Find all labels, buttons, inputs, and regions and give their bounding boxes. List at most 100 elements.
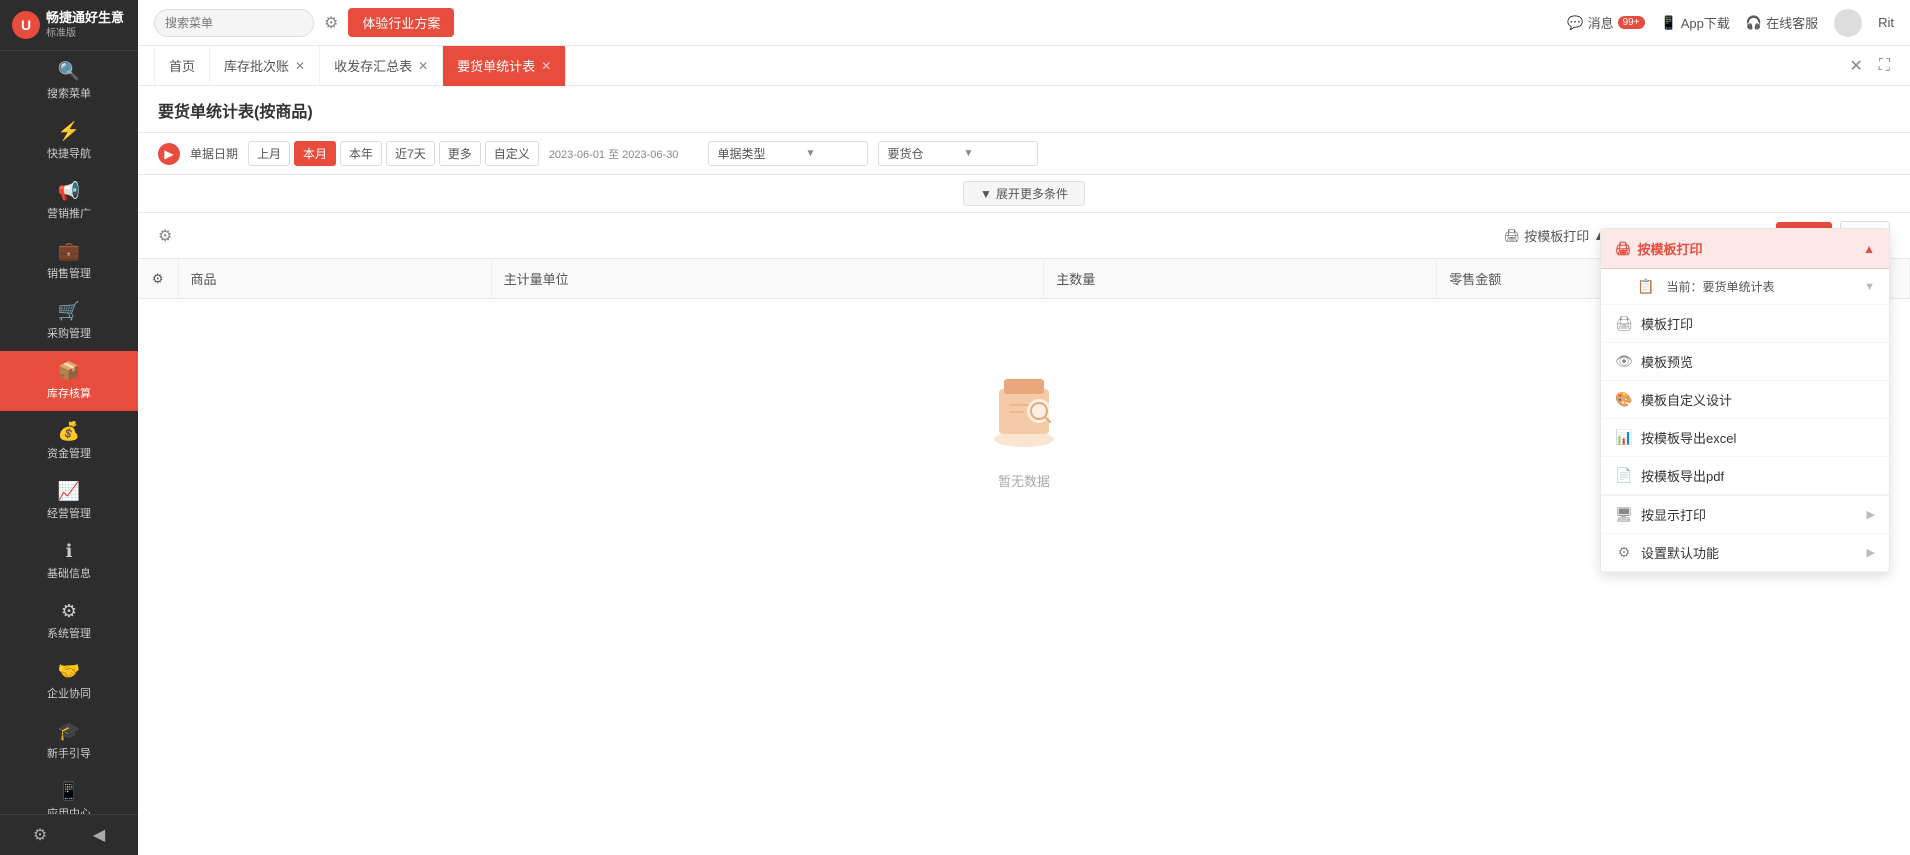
sidebar-item-operations[interactable]: 📈 经营管理 bbox=[0, 471, 138, 531]
sidebar-item-inventory[interactable]: 📦 库存核算 bbox=[0, 351, 138, 411]
sidebar-item-appcenter[interactable]: 📱 应用中心 bbox=[0, 771, 138, 814]
tab-order-stats-close[interactable]: ✕ bbox=[541, 60, 551, 72]
sidebar-item-system[interactable]: ⚙ 系统管理 bbox=[0, 591, 138, 651]
date-btn-this-year[interactable]: 本年 bbox=[340, 141, 382, 166]
template-design-label: 模板自定义设计 bbox=[1641, 390, 1875, 409]
dropdown-item-display-print[interactable]: 🖥 按显示打印 ▶ bbox=[1601, 496, 1889, 534]
display-print-arrow-icon: ▶ bbox=[1867, 508, 1875, 521]
dropdown-item-template-preview[interactable]: 👁 模板预览 bbox=[1601, 343, 1889, 381]
page-content: 要货单统计表(按商品) ▶ 单据日期 上月 本月 本年 近7天 更多 自定义 2… bbox=[138, 86, 1910, 855]
expand-more-row: ▼ 展开更多条件 bbox=[138, 175, 1910, 213]
tab-inventory-batch-close[interactable]: ✕ bbox=[295, 60, 305, 72]
dropdown-current-template[interactable]: 📋 当前：要货单统计表 ▼ bbox=[1601, 269, 1889, 305]
date-filter-label: 单据日期 bbox=[190, 145, 238, 162]
basicinfo-icon: ℹ bbox=[66, 541, 73, 562]
expand-more-btn[interactable]: ▼ 展开更多条件 bbox=[963, 181, 1085, 206]
sidebar: U 畅捷通好生意 标准版 🔍 搜索菜单 ⚡ 快捷导航 📢 营销推广 💼 销售管理… bbox=[0, 0, 138, 855]
template-preview-icon: 👁 bbox=[1615, 353, 1633, 370]
sidebar-collapse-btn[interactable]: ◀ bbox=[93, 825, 105, 845]
printer-icon: 🖨 bbox=[1504, 228, 1521, 244]
template-design-icon: 🎨 bbox=[1615, 391, 1633, 408]
page-header: 要货单统计表(按商品) bbox=[138, 86, 1910, 133]
sidebar-item-basicinfo[interactable]: ℹ 基础信息 bbox=[0, 531, 138, 591]
topbar-search-input[interactable] bbox=[154, 9, 314, 37]
tab-home[interactable]: 首页 bbox=[154, 46, 210, 86]
tab-receipt-summary[interactable]: 收发存汇总表 ✕ bbox=[320, 46, 443, 86]
tab-inventory-batch[interactable]: 库存批次账 ✕ bbox=[210, 46, 320, 86]
app-download-btn[interactable]: 📱 App下载 bbox=[1661, 13, 1730, 32]
date-btn-last-month[interactable]: 上月 bbox=[248, 141, 290, 166]
tab-inventory-batch-label: 库存批次账 bbox=[224, 56, 289, 75]
tabbar-close-all-btn[interactable]: ✕ bbox=[1845, 52, 1866, 80]
export-pdf-icon: 📄 bbox=[1615, 467, 1633, 484]
date-btn-more[interactable]: 更多 bbox=[439, 141, 481, 166]
filter-expand-btn[interactable]: ▶ bbox=[158, 143, 180, 165]
export-pdf-label: 按模板导出pdf bbox=[1641, 466, 1875, 485]
required-goods-label: 要货仓 bbox=[887, 145, 923, 162]
sidebar-item-enterprise[interactable]: 🤝 企业协同 bbox=[0, 651, 138, 711]
dropdown-section: 🖥 按显示打印 ▶ ⚙ 设置默认功能 ▶ bbox=[1601, 495, 1889, 572]
message-icon: 💬 bbox=[1567, 15, 1583, 31]
sidebar-item-marketing[interactable]: 📢 营销推广 bbox=[0, 171, 138, 231]
inventory-icon: 📦 bbox=[58, 361, 80, 382]
app-logo-text: 畅捷通好生意 标准版 bbox=[46, 10, 124, 40]
table-settings-icon[interactable]: ⚙ bbox=[158, 226, 172, 246]
dropdown-item-template-design[interactable]: 🎨 模板自定义设计 bbox=[1601, 381, 1889, 419]
sidebar-settings-btn[interactable]: ⚙ bbox=[33, 825, 47, 845]
date-btn-custom[interactable]: 自定义 bbox=[485, 141, 539, 166]
set-default-icon: ⚙ bbox=[1615, 544, 1633, 561]
online-service-btn[interactable]: 🎧 在线客服 bbox=[1746, 13, 1818, 32]
sidebar-item-search[interactable]: 🔍 搜索菜单 bbox=[0, 51, 138, 111]
print-dropdown-btn[interactable]: 🖨 按模板打印 ▲ bbox=[1496, 222, 1614, 249]
newguide-icon: 🎓 bbox=[58, 721, 80, 742]
set-default-arrow-icon: ▶ bbox=[1867, 546, 1875, 559]
dropdown-header-left: 🖨 按模板打印 bbox=[1615, 239, 1703, 258]
date-btn-7days[interactable]: 近7天 bbox=[386, 141, 435, 166]
template-print-icon: 🖨 bbox=[1615, 315, 1633, 332]
sales-icon: 💼 bbox=[58, 241, 80, 262]
col-settings[interactable]: ⚙ bbox=[138, 259, 178, 299]
user-avatar[interactable] bbox=[1834, 9, 1862, 37]
system-icon: ⚙ bbox=[61, 601, 77, 622]
order-type-arrow-icon: ▼ bbox=[805, 148, 815, 159]
expand-more-label: 展开更多条件 bbox=[996, 185, 1068, 202]
tab-order-stats-label: 要货单统计表 bbox=[457, 56, 535, 75]
operations-icon: 📈 bbox=[58, 481, 80, 502]
quicknav-icon: ⚡ bbox=[58, 121, 80, 142]
toolbar-left: ⚙ bbox=[158, 226, 172, 246]
display-print-icon: 🖥 bbox=[1615, 506, 1633, 523]
purchase-icon: 🛒 bbox=[58, 301, 80, 322]
sidebar-logo: U 畅捷通好生意 标准版 bbox=[0, 0, 138, 51]
set-default-label: 设置默认功能 bbox=[1641, 543, 1859, 562]
messages-badge: 99+ bbox=[1618, 16, 1645, 29]
sidebar-item-newguide[interactable]: 🎓 新手引导 bbox=[0, 711, 138, 771]
sidebar-item-sales[interactable]: 💼 销售管理 bbox=[0, 231, 138, 291]
app-logo-icon: U bbox=[12, 11, 40, 39]
dropdown-item-export-pdf[interactable]: 📄 按模板导出pdf bbox=[1601, 457, 1889, 495]
marketing-icon: 📢 bbox=[58, 181, 80, 202]
dropdown-item-set-default[interactable]: ⚙ 设置默认功能 ▶ bbox=[1601, 534, 1889, 572]
tab-order-stats[interactable]: 要货单统计表 ✕ bbox=[443, 46, 566, 86]
dropdown-item-template-print[interactable]: 🖨 模板打印 bbox=[1601, 305, 1889, 343]
dropdown-item-export-excel[interactable]: 📊 按模板导出excel bbox=[1601, 419, 1889, 457]
finance-icon: 💰 bbox=[58, 421, 80, 442]
order-type-select[interactable]: 单据类型 ▼ bbox=[708, 141, 868, 166]
messages-btn[interactable]: 💬 消息 99+ bbox=[1567, 13, 1644, 32]
topbar-gear-icon[interactable]: ⚙ bbox=[324, 13, 338, 33]
sidebar-item-purchase[interactable]: 🛒 采购管理 bbox=[0, 291, 138, 351]
enterprise-icon: 🤝 bbox=[58, 661, 80, 682]
dropdown-close-icon[interactable]: ▲ bbox=[1863, 242, 1875, 256]
sidebar-item-finance[interactable]: 💰 资金管理 bbox=[0, 411, 138, 471]
dropdown-header: 🖨 按模板打印 ▲ bbox=[1601, 229, 1889, 269]
appcenter-icon: 📱 bbox=[58, 781, 80, 802]
topbar-right: 💬 消息 99+ 📱 App下载 🎧 在线客服 Rit bbox=[1567, 9, 1894, 37]
date-range-text: 2023-06-01 至 2023-06-30 bbox=[549, 146, 679, 162]
search-menu-icon: 🔍 bbox=[58, 61, 80, 82]
page-title: 要货单统计表(按商品) bbox=[158, 98, 1890, 122]
sidebar-item-quicknav[interactable]: ⚡ 快捷导航 bbox=[0, 111, 138, 171]
required-goods-select[interactable]: 要货仓 ▼ bbox=[878, 141, 1038, 166]
tabbar-maximize-btn[interactable]: ⛶ bbox=[1875, 53, 1894, 79]
date-btn-this-month[interactable]: 本月 bbox=[294, 141, 336, 166]
trial-btn[interactable]: 体验行业方案 bbox=[348, 8, 454, 37]
tab-receipt-summary-close[interactable]: ✕ bbox=[418, 60, 428, 72]
